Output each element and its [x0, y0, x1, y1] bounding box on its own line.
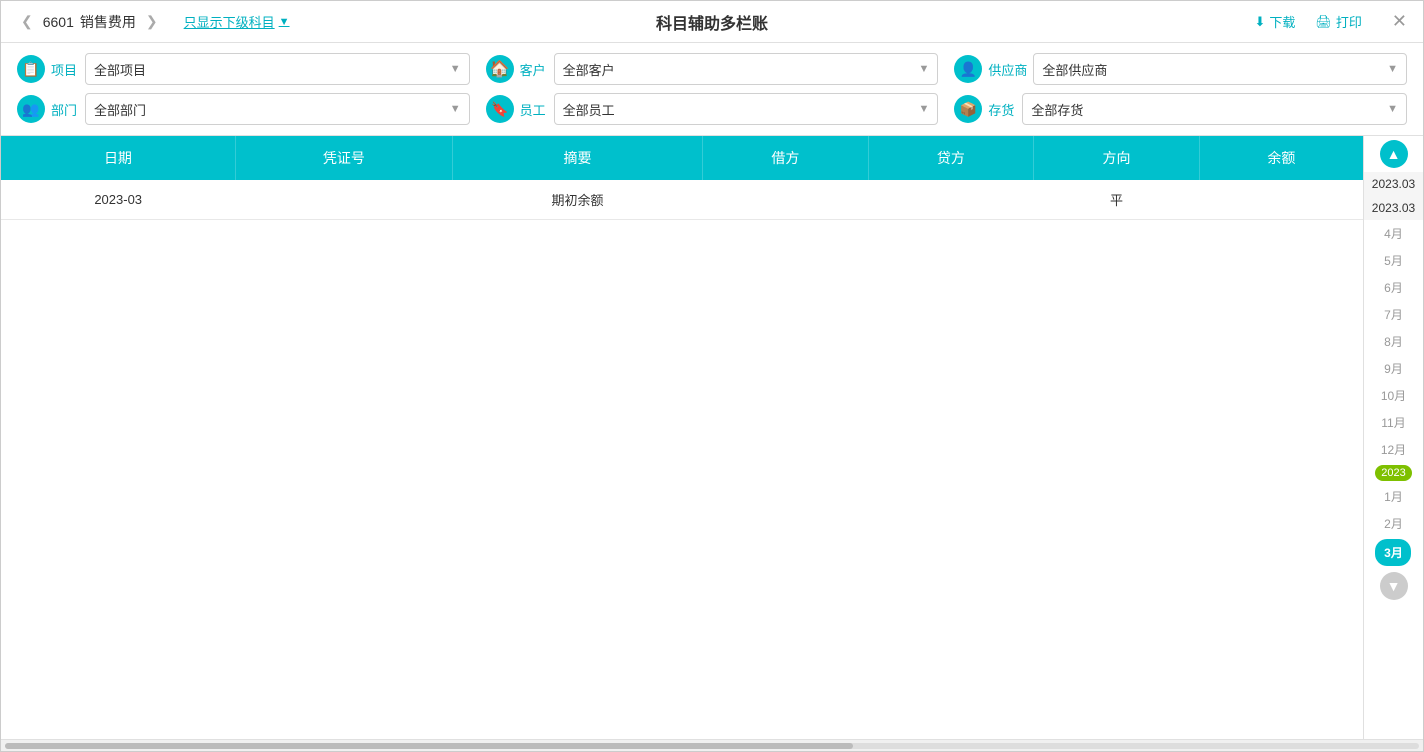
- supplier-label: 供应商: [988, 60, 1027, 79]
- inventory-icon: 📦: [954, 95, 982, 123]
- project-label: 项目: [51, 60, 79, 79]
- project-filter-item: 📋 项目 全部项目 ▼: [17, 53, 470, 85]
- project-value: 全部项目: [94, 60, 146, 79]
- col-voucher: 凭证号: [235, 136, 452, 180]
- cell-direction: 平: [1034, 180, 1200, 220]
- table-header-row: 日期 凭证号 摘要 借方 贷方 方向 余额: [1, 136, 1363, 180]
- timeline-item[interactable]: 3月: [1375, 539, 1411, 566]
- prev-account-button[interactable]: ❮: [17, 11, 37, 32]
- project-select[interactable]: 全部项目 ▼: [85, 53, 470, 85]
- main-window: ❮ 6601 销售费用 ❯ 只显示下级科目 ▼ 科目辅助多栏账 ⬇ 下载 🖨 打…: [0, 0, 1424, 752]
- supplier-filter-item: 👤 供应商 全部供应商 ▼: [954, 53, 1407, 85]
- col-summary: 摘要: [452, 136, 702, 180]
- timeline-up-button[interactable]: ▲: [1380, 140, 1408, 168]
- download-button[interactable]: ⬇ 下载: [1254, 12, 1295, 31]
- filter-row-1: 📋 项目 全部项目 ▼ 🏠 客户 全部客户 ▼ 👤 供应商: [17, 53, 1407, 85]
- timeline-header-2: 2023.03: [1364, 196, 1423, 220]
- account-code: 6601: [43, 14, 74, 30]
- dept-filter-item: 👥 部门 全部部门 ▼: [17, 93, 470, 125]
- customer-label: 客户: [520, 60, 548, 79]
- customer-dropdown-icon: ▼: [918, 63, 929, 75]
- timeline-panel: ▲ 2023.03 2023.03 4月5月6月7月8月9月10月11月12月 2…: [1363, 136, 1423, 739]
- col-direction: 方向: [1034, 136, 1200, 180]
- dept-select[interactable]: 全部部门 ▼: [85, 93, 470, 125]
- employee-filter-item: 🔖 员工 全部员工 ▼: [486, 93, 939, 125]
- show-sublevel-button[interactable]: 只显示下级科目 ▼: [184, 12, 290, 31]
- timeline-item[interactable]: 1月: [1375, 483, 1411, 510]
- timeline-item[interactable]: 2月: [1375, 510, 1411, 537]
- timeline-item[interactable]: 10月: [1375, 382, 1411, 409]
- col-credit: 贷方: [868, 136, 1034, 180]
- timeline-item[interactable]: 9月: [1375, 355, 1411, 382]
- table-row: 2023-03 期初余额 平: [1, 180, 1363, 220]
- header-actions: ⬇ 下载 🖨 打印 ✕: [1254, 11, 1407, 32]
- print-button[interactable]: 🖨 打印: [1315, 12, 1362, 31]
- account-name: 销售费用: [80, 12, 136, 32]
- supplier-select[interactable]: 全部供应商 ▼: [1033, 53, 1407, 85]
- employee-select[interactable]: 全部员工 ▼: [554, 93, 939, 125]
- inventory-select[interactable]: 全部存货 ▼: [1022, 93, 1407, 125]
- scrollbar-track: [5, 743, 1419, 749]
- timeline-header-1: 2023.03: [1364, 172, 1423, 196]
- col-debit: 借方: [703, 136, 869, 180]
- supplier-icon: 👤: [954, 55, 982, 83]
- table-area[interactable]: 日期 凭证号 摘要 借方 贷方 方向 余额 2023-03 期初余额 平: [1, 136, 1363, 739]
- inventory-label: 存货: [988, 100, 1016, 119]
- col-balance: 余额: [1199, 136, 1363, 180]
- dept-value: 全部部门: [94, 100, 146, 119]
- timeline-item[interactable]: 5月: [1375, 247, 1411, 274]
- timeline-item[interactable]: 11月: [1375, 409, 1411, 436]
- customer-value: 全部客户: [563, 60, 615, 79]
- page-title: 科目辅助多栏账: [656, 10, 768, 34]
- next-account-button[interactable]: ❯: [142, 11, 162, 32]
- cell-summary: 期初余额: [452, 180, 702, 220]
- employee-value: 全部员工: [563, 100, 615, 119]
- chevron-down-icon: ▼: [279, 16, 290, 28]
- employee-dropdown-icon: ▼: [918, 103, 929, 115]
- customer-filter-item: 🏠 客户 全部客户 ▼: [486, 53, 939, 85]
- cell-balance: [1199, 180, 1363, 220]
- timeline-item[interactable]: 2023: [1375, 465, 1411, 481]
- print-label: 打印: [1336, 12, 1362, 31]
- download-icon: ⬇: [1254, 14, 1265, 30]
- filter-row-2: 👥 部门 全部部门 ▼ 🔖 员工 全部员工 ▼ 📦 存货: [17, 93, 1407, 125]
- project-dropdown-icon: ▼: [450, 63, 461, 75]
- col-date: 日期: [1, 136, 235, 180]
- scrollbar-thumb[interactable]: [5, 743, 853, 749]
- project-icon: 📋: [17, 55, 45, 83]
- account-nav: ❮ 6601 销售费用 ❯ 只显示下级科目 ▼: [17, 11, 290, 32]
- filter-bar: 📋 项目 全部项目 ▼ 🏠 客户 全部客户 ▼ 👤 供应商: [1, 43, 1423, 136]
- employee-label: 员工: [520, 100, 548, 119]
- horizontal-scrollbar[interactable]: [1, 739, 1423, 751]
- cell-voucher: [235, 180, 452, 220]
- main-content: 日期 凭证号 摘要 借方 贷方 方向 余额 2023-03 期初余额 平 ▲ 202…: [1, 136, 1423, 739]
- supplier-dropdown-icon: ▼: [1387, 63, 1398, 75]
- header-bar: ❮ 6601 销售费用 ❯ 只显示下级科目 ▼ 科目辅助多栏账 ⬇ 下载 🖨 打…: [1, 1, 1423, 43]
- cell-credit: [868, 180, 1034, 220]
- close-button[interactable]: ✕: [1392, 11, 1407, 32]
- timeline-item[interactable]: 7月: [1375, 301, 1411, 328]
- print-icon: 🖨: [1315, 14, 1332, 30]
- download-label: 下载: [1269, 12, 1295, 31]
- show-sublevel-label: 只显示下级科目: [184, 12, 275, 31]
- customer-icon: 🏠: [486, 55, 514, 83]
- inventory-filter-item: 📦 存货 全部存货 ▼: [954, 93, 1407, 125]
- dept-dropdown-icon: ▼: [450, 103, 461, 115]
- dept-icon: 👥: [17, 95, 45, 123]
- inventory-value: 全部存货: [1031, 100, 1083, 119]
- customer-select[interactable]: 全部客户 ▼: [554, 53, 939, 85]
- cell-date: 2023-03: [1, 180, 235, 220]
- supplier-value: 全部供应商: [1042, 60, 1107, 79]
- dept-label: 部门: [51, 100, 79, 119]
- timeline-item[interactable]: 6月: [1375, 274, 1411, 301]
- cell-debit: [703, 180, 869, 220]
- timeline-down-button[interactable]: ▼: [1380, 572, 1408, 600]
- timeline-item[interactable]: 12月: [1375, 436, 1411, 463]
- ledger-table: 日期 凭证号 摘要 借方 贷方 方向 余额 2023-03 期初余额 平: [1, 136, 1363, 220]
- timeline-item[interactable]: 8月: [1375, 328, 1411, 355]
- employee-icon: 🔖: [486, 95, 514, 123]
- timeline-item[interactable]: 4月: [1375, 220, 1411, 247]
- inventory-dropdown-icon: ▼: [1387, 103, 1398, 115]
